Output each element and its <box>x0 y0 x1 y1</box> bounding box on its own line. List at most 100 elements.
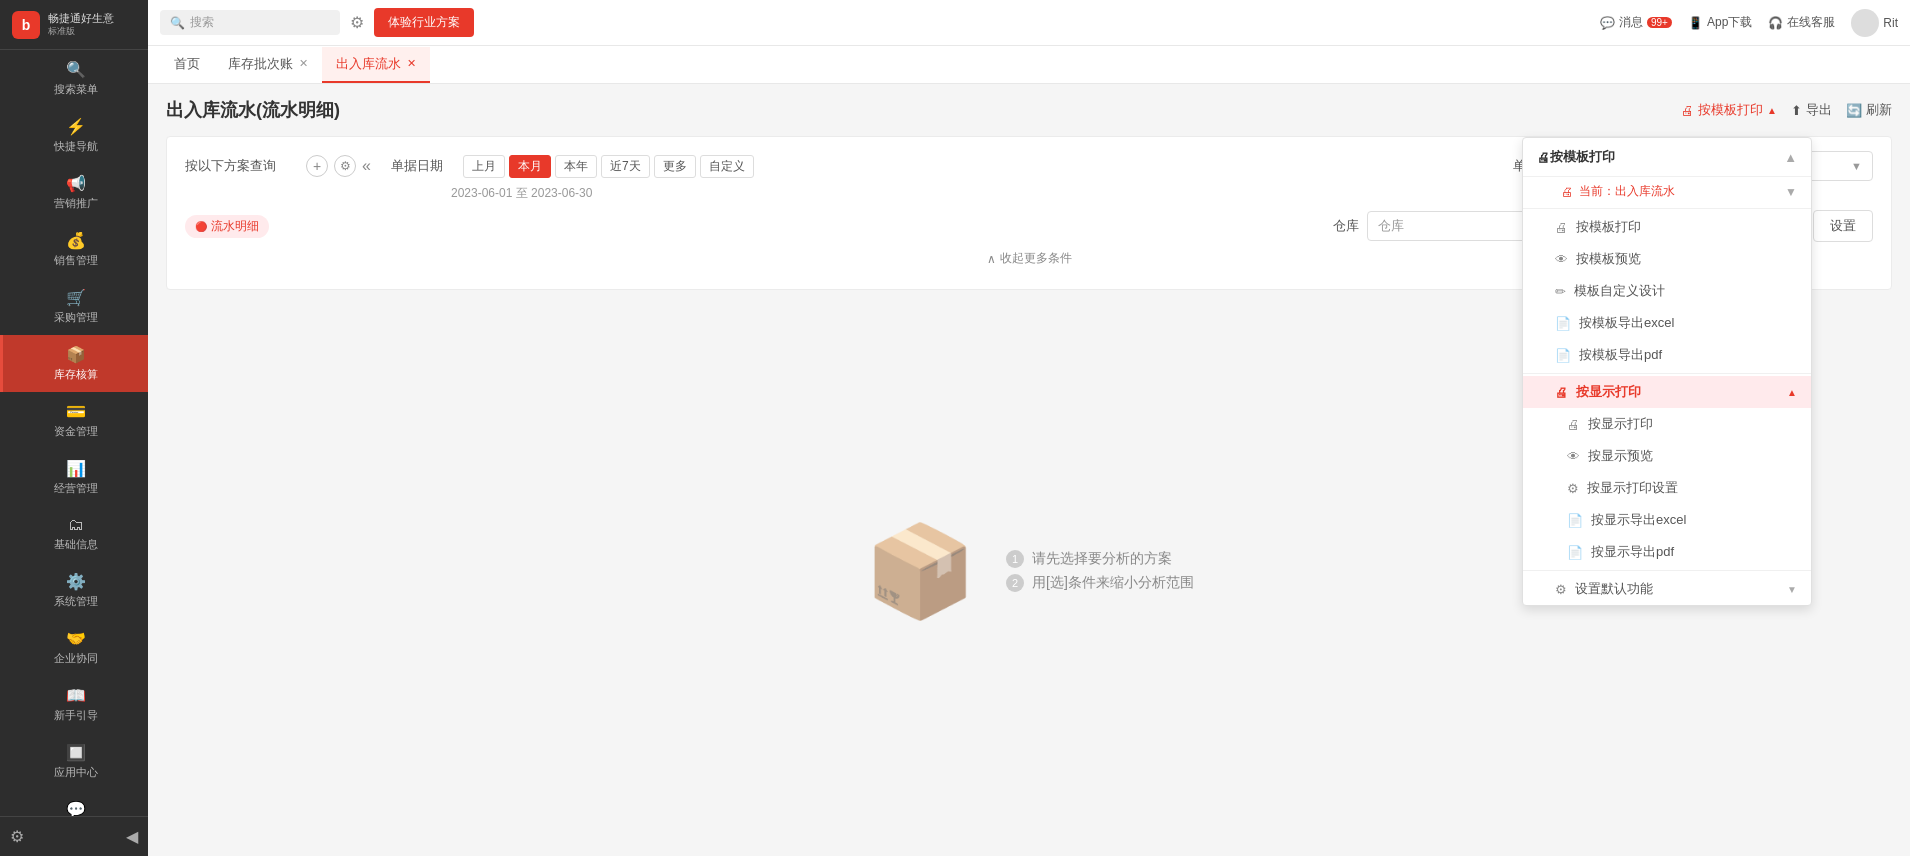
pdf-icon: 📄 <box>1555 348 1571 363</box>
finance-icon: 💳 <box>66 402 86 421</box>
item-label: 模板自定义设计 <box>1574 282 1665 300</box>
sidebar-item-label: 搜索菜单 <box>54 82 98 97</box>
sidebar-item-search[interactable]: 🔍 搜索菜单 <box>0 50 148 107</box>
tab-batch-close[interactable]: ✕ <box>299 57 308 70</box>
filter-collapse-button[interactable]: « <box>362 157 371 175</box>
panel-current: 🖨 当前：出入库流水 ▼ <box>1523 177 1811 206</box>
panel-header: 🖨 按模板打印 ▲ <box>1523 138 1811 177</box>
refresh-btn[interactable]: 🔄 刷新 <box>1846 101 1892 119</box>
panel-item-display-excel[interactable]: 📄 按显示导出excel <box>1523 504 1811 536</box>
panel-item-display-print[interactable]: 🖨 按显示打印 <box>1523 408 1811 440</box>
tab-batch-accounts[interactable]: 库存批次账 ✕ <box>214 47 322 83</box>
filter-actions: + ⚙ « <box>306 155 371 177</box>
settings-gear-icon[interactable]: ⚙ <box>350 13 364 32</box>
tab-inout-flow[interactable]: 出入库流水 ✕ <box>322 47 430 83</box>
sidebar-item-label: 经营管理 <box>54 481 98 496</box>
message-badge: 99+ <box>1647 17 1672 28</box>
industry-solution-button[interactable]: 体验行业方案 <box>374 8 474 37</box>
app-download-btn[interactable]: 📱 App下载 <box>1688 14 1752 31</box>
chip-icon: 🔴 <box>195 221 207 232</box>
app-logo: b 畅捷通好生意 标准版 <box>0 0 148 50</box>
current-label: 当前：出入库流水 <box>1579 183 1785 200</box>
preview-icon: 👁 <box>1555 252 1568 267</box>
sidebar-item-system[interactable]: ⚙️ 系统管理 <box>0 562 148 619</box>
customer-service-icon: 🎧 <box>1768 16 1783 30</box>
user-avatar[interactable]: Rit <box>1851 9 1898 37</box>
sidebar-item-finance[interactable]: 💳 资金管理 <box>0 392 148 449</box>
sidebar-item-sales[interactable]: 💰 销售管理 <box>0 221 148 278</box>
printer-icon: 🖨 <box>1555 385 1568 400</box>
date-last-month-btn[interactable]: 上月 <box>463 155 505 178</box>
tab-home[interactable]: 首页 <box>160 47 214 83</box>
export-label: 导出 <box>1806 101 1832 119</box>
chevron-down-icon[interactable]: ▼ <box>1785 185 1797 199</box>
filter-add-button[interactable]: + <box>306 155 328 177</box>
panel-item-template-preview[interactable]: 👁 按模板预览 <box>1523 243 1811 275</box>
fold-icon[interactable]: ◀ <box>126 827 138 846</box>
topbar-search[interactable]: 🔍 搜索 <box>160 10 340 35</box>
date-more-btn[interactable]: 更多 <box>654 155 696 178</box>
sidebar-item-inventory[interactable]: 📦 库存核算 <box>0 335 148 392</box>
sidebar-item-app-center[interactable]: 🔲 应用中心 <box>0 733 148 790</box>
chevron-up-icon: ▲ <box>1787 387 1797 398</box>
marketing-icon: 📢 <box>66 174 86 193</box>
sidebar-item-purchase[interactable]: 🛒 采购管理 <box>0 278 148 335</box>
tab-bar: 首页 库存批次账 ✕ 出入库流水 ✕ <box>148 46 1910 84</box>
export-btn[interactable]: ⬆ 导出 <box>1791 101 1832 119</box>
empty-step-2: 2 用[选]条件来缩小分析范围 <box>1006 574 1194 592</box>
panel-item-set-default[interactable]: ⚙ 设置默认功能 ▼ <box>1523 573 1811 605</box>
chevron-up-icon[interactable]: ▲ <box>1784 150 1797 165</box>
sidebar-item-quick-nav[interactable]: ⚡ 快捷导航 <box>0 107 148 164</box>
search-text: 搜索 <box>190 14 214 31</box>
settings-button[interactable]: 设置 <box>1813 210 1873 242</box>
date-last-7-days-btn[interactable]: 近7天 <box>601 155 650 178</box>
pdf-icon: 📄 <box>1567 545 1583 560</box>
panel-item-display-pdf[interactable]: 📄 按显示导出pdf <box>1523 536 1811 568</box>
date-this-year-btn[interactable]: 本年 <box>555 155 597 178</box>
sidebar-item-cooperation[interactable]: 🤝 企业协同 <box>0 619 148 676</box>
panel-item-template-pdf[interactable]: 📄 按模板导出pdf <box>1523 339 1811 371</box>
step-number-1: 1 <box>1006 550 1024 568</box>
page-content: 出入库流水(流水明细) 🖨 按模板打印 ▲ ⬆ 导出 🔄 刷新 <box>148 84 1910 856</box>
print-template-btn[interactable]: 🖨 按模板打印 ▲ <box>1681 101 1777 119</box>
basic-icon: 🗂 <box>68 516 84 534</box>
date-custom-btn[interactable]: 自定义 <box>700 155 754 178</box>
print-template-label: 按模板打印 <box>1698 101 1763 119</box>
sidebar-item-guide[interactable]: 📖 新手引导 <box>0 676 148 733</box>
settings-icon: ⚙ <box>1555 582 1567 597</box>
tab-home-label: 首页 <box>174 55 200 73</box>
message-btn[interactable]: 💬 消息 99+ <box>1600 14 1672 31</box>
item-label: 按模板打印 <box>1576 218 1641 236</box>
panel-item-display-print-settings[interactable]: ⚙ 按显示打印设置 <box>1523 472 1811 504</box>
date-this-month-btn[interactable]: 本月 <box>509 155 551 178</box>
filter-settings-button[interactable]: ⚙ <box>334 155 356 177</box>
current-icon: 🖨 <box>1561 185 1573 199</box>
panel-item-template-excel[interactable]: 📄 按模板导出excel <box>1523 307 1811 339</box>
panel-item-display-print-section[interactable]: 🖨 按显示打印 ▲ <box>1523 376 1811 408</box>
sidebar-item-basic[interactable]: 🗂 基础信息 <box>0 506 148 562</box>
chevron-down-icon: ▼ <box>1787 584 1797 595</box>
separator <box>1523 373 1811 374</box>
settings-icon[interactable]: ⚙ <box>10 827 24 846</box>
topbar: 🔍 搜索 ⚙ 体验行业方案 💬 消息 99+ 📱 App下载 🎧 在线客服 Ri… <box>148 0 1910 46</box>
tab-inout-close[interactable]: ✕ <box>407 57 416 70</box>
wechat-icon: 💬 <box>66 800 86 816</box>
page-title: 出入库流水(流水明细) <box>166 98 340 122</box>
excel-icon: 📄 <box>1555 316 1571 331</box>
item-label: 按模板预览 <box>1576 250 1641 268</box>
sidebar-item-operations[interactable]: 📊 经营管理 <box>0 449 148 506</box>
panel-item-template-print[interactable]: 🖨 按模板打印 <box>1523 211 1811 243</box>
sidebar-item-marketing[interactable]: 📢 营销推广 <box>0 164 148 221</box>
date-range-text: 2023-06-01 至 2023-06-30 <box>451 186 592 200</box>
sidebar-item-wechat[interactable]: 💬 企业微信 <box>0 790 148 816</box>
print-panel: 🖨 按模板打印 ▲ 🖨 当前：出入库流水 ▼ 🖨 按模板打印 <box>1522 137 1812 606</box>
filter-chip[interactable]: 🔴 流水明细 <box>185 215 269 238</box>
printer-icon: 🖨 <box>1567 417 1580 432</box>
app-download-icon: 📱 <box>1688 16 1703 30</box>
customer-service-btn[interactable]: 🎧 在线客服 <box>1768 14 1835 31</box>
panel-item-template-custom[interactable]: ✏ 模板自定义设计 <box>1523 275 1811 307</box>
sidebar-item-label: 库存核算 <box>54 367 98 382</box>
panel-item-display-preview[interactable]: 👁 按显示预览 <box>1523 440 1811 472</box>
item-label: 按显示导出excel <box>1591 511 1686 529</box>
operations-icon: 📊 <box>66 459 86 478</box>
